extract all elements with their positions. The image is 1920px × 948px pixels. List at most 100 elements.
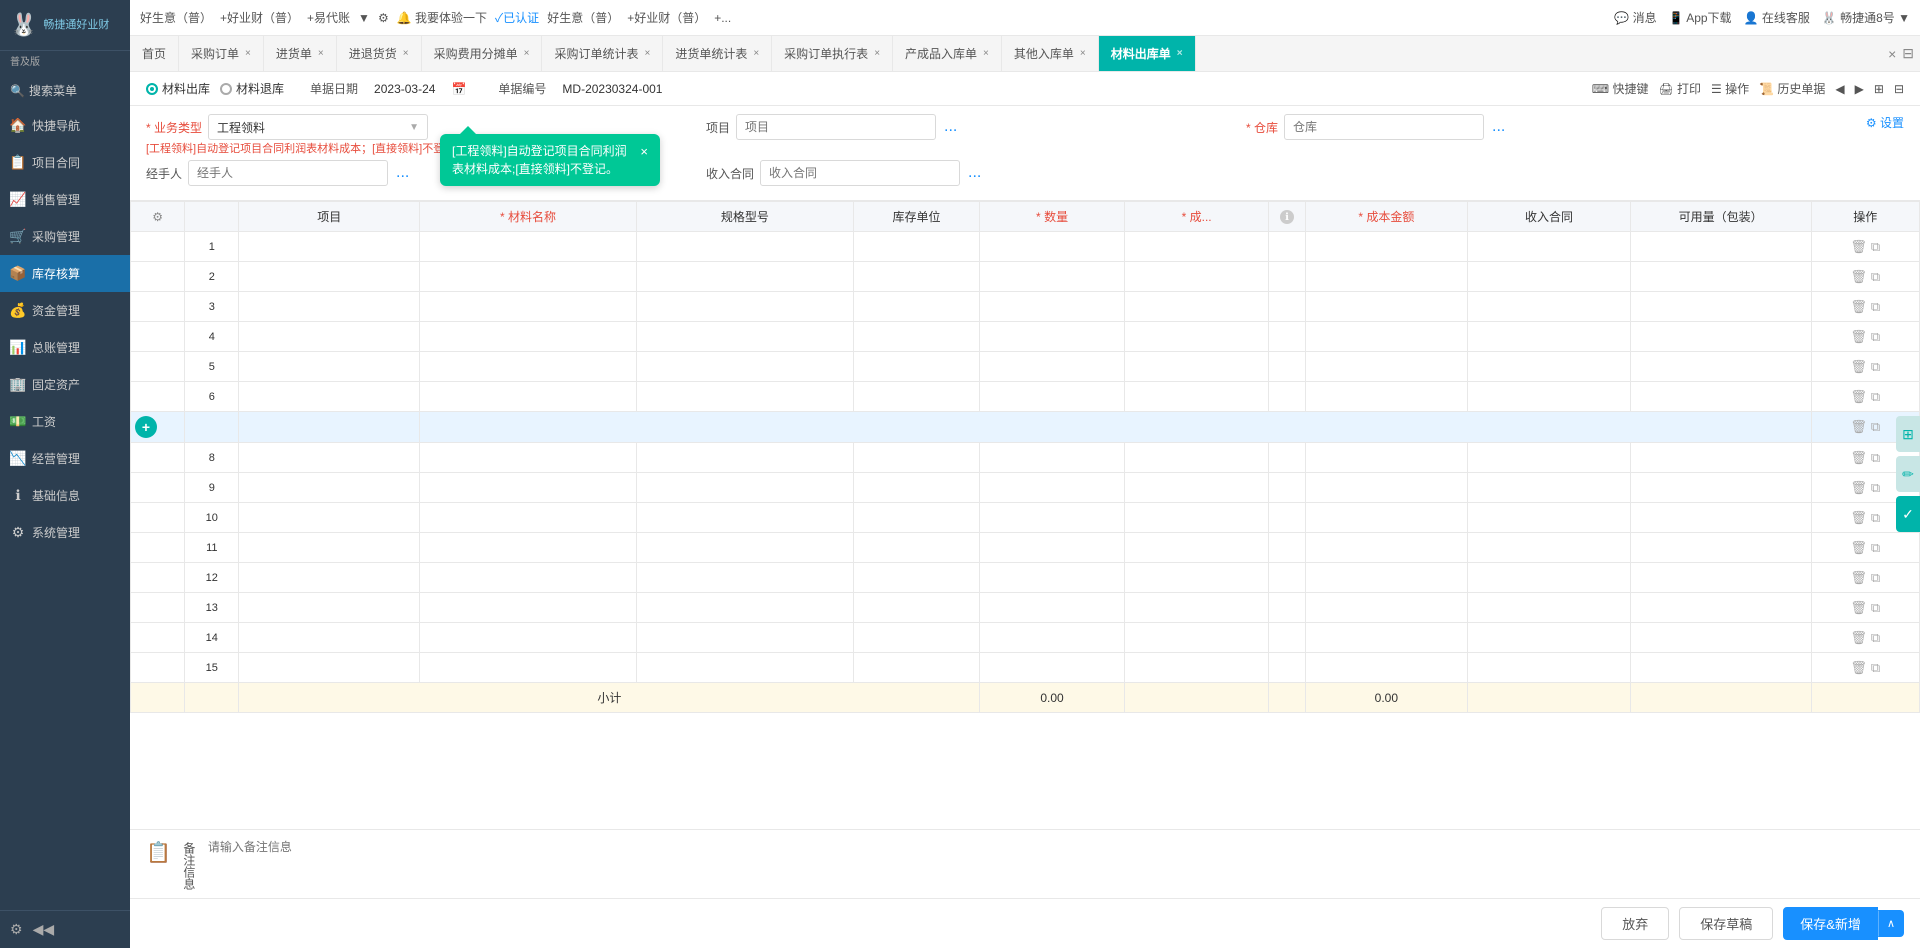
row-cost-amount[interactable] xyxy=(1305,593,1468,623)
row-settings[interactable] xyxy=(131,232,185,262)
row-material[interactable] xyxy=(420,352,637,382)
row-settings[interactable] xyxy=(131,623,185,653)
calendar-icon[interactable]: 📅 xyxy=(451,82,466,96)
shortcut-btn[interactable]: ⌨ 快捷键 xyxy=(1592,80,1649,97)
row-cost[interactable] xyxy=(1124,563,1269,593)
row-project[interactable] xyxy=(239,653,420,683)
copy-row-btn[interactable]: ⧉ xyxy=(1871,239,1880,255)
row-spec[interactable] xyxy=(636,533,853,563)
copy-row-btn[interactable]: ⧉ xyxy=(1871,269,1880,285)
row-spec[interactable] xyxy=(636,262,853,292)
row-spec[interactable] xyxy=(636,623,853,653)
row-settings[interactable] xyxy=(131,292,185,322)
copy-row-btn[interactable]: ⧉ xyxy=(1871,329,1880,345)
tab-purchase-expense[interactable]: 采购费用分摊单× xyxy=(422,36,543,72)
row-cost-amount[interactable] xyxy=(1305,352,1468,382)
row-income-contract[interactable] xyxy=(1468,382,1631,412)
row-cost[interactable] xyxy=(1124,623,1269,653)
sidebar-item-system[interactable]: ⚙ 系统管理 xyxy=(0,514,130,551)
history-btn[interactable]: 📜 历史单据 xyxy=(1759,80,1825,97)
delete-row-btn[interactable]: 🗑 xyxy=(1850,239,1867,255)
topbar-nav-haoyecai2[interactable]: +好业财（普） xyxy=(627,9,706,26)
tab-purchase-order-stat[interactable]: 采购订单统计表× xyxy=(542,36,663,72)
row-project[interactable] xyxy=(239,292,420,322)
row-income-contract[interactable] xyxy=(1468,232,1631,262)
tab-close-other-in[interactable]: × xyxy=(1080,48,1086,59)
row-project[interactable] xyxy=(239,503,420,533)
row-cost[interactable] xyxy=(1124,653,1269,683)
row-project[interactable] xyxy=(239,563,420,593)
row-material[interactable] xyxy=(420,262,637,292)
row-cost-amount[interactable] xyxy=(1305,533,1468,563)
row-project[interactable] xyxy=(239,382,420,412)
next-btn[interactable]: ▶ xyxy=(1855,82,1864,96)
right-float-btn-2[interactable]: ✏ xyxy=(1896,456,1920,492)
right-float-btn-3[interactable]: ✓ xyxy=(1896,496,1920,532)
row-cost[interactable] xyxy=(1124,292,1269,322)
sidebar-item-purchase[interactable]: 🛒 采购管理 xyxy=(0,218,130,255)
delete-row-btn[interactable]: 🗑 xyxy=(1850,299,1867,315)
row-qty[interactable] xyxy=(980,623,1125,653)
row-settings[interactable] xyxy=(131,443,185,473)
copy-row-btn[interactable]: ⧉ xyxy=(1871,389,1880,405)
row-cost-amount[interactable] xyxy=(1305,292,1468,322)
row-income-contract[interactable] xyxy=(1468,593,1631,623)
sidebar-item-project[interactable]: 📋 项目合同 xyxy=(0,144,130,181)
row-cost[interactable] xyxy=(1124,382,1269,412)
row-qty[interactable] xyxy=(980,292,1125,322)
radio-material-out[interactable]: 材料出库 xyxy=(146,80,210,97)
copy-row-btn[interactable]: ⧉ xyxy=(1871,480,1880,496)
notes-input[interactable] xyxy=(208,838,1904,878)
copy-row-btn[interactable]: ⧉ xyxy=(1871,299,1880,315)
row-qty[interactable] xyxy=(980,563,1125,593)
row-project[interactable] xyxy=(239,623,420,653)
row-cost-amount[interactable] xyxy=(1305,382,1468,412)
row-qty[interactable] xyxy=(980,352,1125,382)
settings-button[interactable]: ⚙ 设置 xyxy=(1866,114,1904,131)
topbar-message[interactable]: 💬 消息 xyxy=(1614,9,1656,26)
row-income-contract[interactable] xyxy=(1468,473,1631,503)
topbar-app-download[interactable]: 📱 App下载 xyxy=(1669,9,1732,26)
row-project[interactable] xyxy=(239,443,420,473)
row-settings[interactable] xyxy=(131,503,185,533)
row-material[interactable] xyxy=(420,382,637,412)
tab-purchase-order[interactable]: 采购订单× xyxy=(179,36,264,72)
row-cost[interactable] xyxy=(1124,593,1269,623)
row-material[interactable] xyxy=(420,653,637,683)
tab-purchase-in[interactable]: 进货单× xyxy=(264,36,337,72)
row-income-contract[interactable] xyxy=(1468,503,1631,533)
row-material[interactable] xyxy=(420,473,637,503)
row-spec[interactable] xyxy=(636,232,853,262)
row-material[interactable] xyxy=(420,503,637,533)
row-settings[interactable] xyxy=(131,262,185,292)
delete-row-btn[interactable]: 🗑 xyxy=(1850,359,1867,375)
row-spec[interactable] xyxy=(636,443,853,473)
row-cost-amount[interactable] xyxy=(1305,503,1468,533)
sidebar-item-sales[interactable]: 📈 销售管理 xyxy=(0,181,130,218)
topbar-nav-dropdown[interactable]: ▼ xyxy=(358,11,370,25)
sidebar-item-finance[interactable]: 💰 资金管理 xyxy=(0,292,130,329)
biz-type-select[interactable]: 工程领料 ▼ xyxy=(208,114,428,140)
row-qty[interactable] xyxy=(980,262,1125,292)
save-new-button[interactable]: 保存&新增 xyxy=(1783,907,1878,940)
tab-close-purchase-in-stat[interactable]: × xyxy=(753,48,759,59)
row-project[interactable] xyxy=(239,533,420,563)
row-income-contract[interactable] xyxy=(1468,352,1631,382)
row-qty[interactable] xyxy=(980,503,1125,533)
delete-row-btn[interactable]: 🗑 xyxy=(1850,419,1867,435)
delete-row-btn[interactable]: 🗑 xyxy=(1850,660,1867,676)
row-cost-amount[interactable] xyxy=(1305,623,1468,653)
tab-purchase-return[interactable]: 进退货货× xyxy=(337,36,422,72)
row-cost[interactable] xyxy=(1124,473,1269,503)
copy-row-btn[interactable]: ⧉ xyxy=(1871,600,1880,616)
row-cost-amount[interactable] xyxy=(1305,322,1468,352)
row-project[interactable] xyxy=(239,593,420,623)
tab-purchase-exec[interactable]: 采购订单执行表× xyxy=(772,36,893,72)
sidebar-item-basic[interactable]: ℹ 基础信息 xyxy=(0,477,130,514)
active-row-rest[interactable] xyxy=(420,412,1811,443)
row-material[interactable] xyxy=(420,292,637,322)
row-material[interactable] xyxy=(420,593,637,623)
row-cost[interactable] xyxy=(1124,322,1269,352)
row-settings[interactable] xyxy=(131,322,185,352)
topbar-nav-haoshengyi[interactable]: 好生意（普） xyxy=(140,9,212,26)
